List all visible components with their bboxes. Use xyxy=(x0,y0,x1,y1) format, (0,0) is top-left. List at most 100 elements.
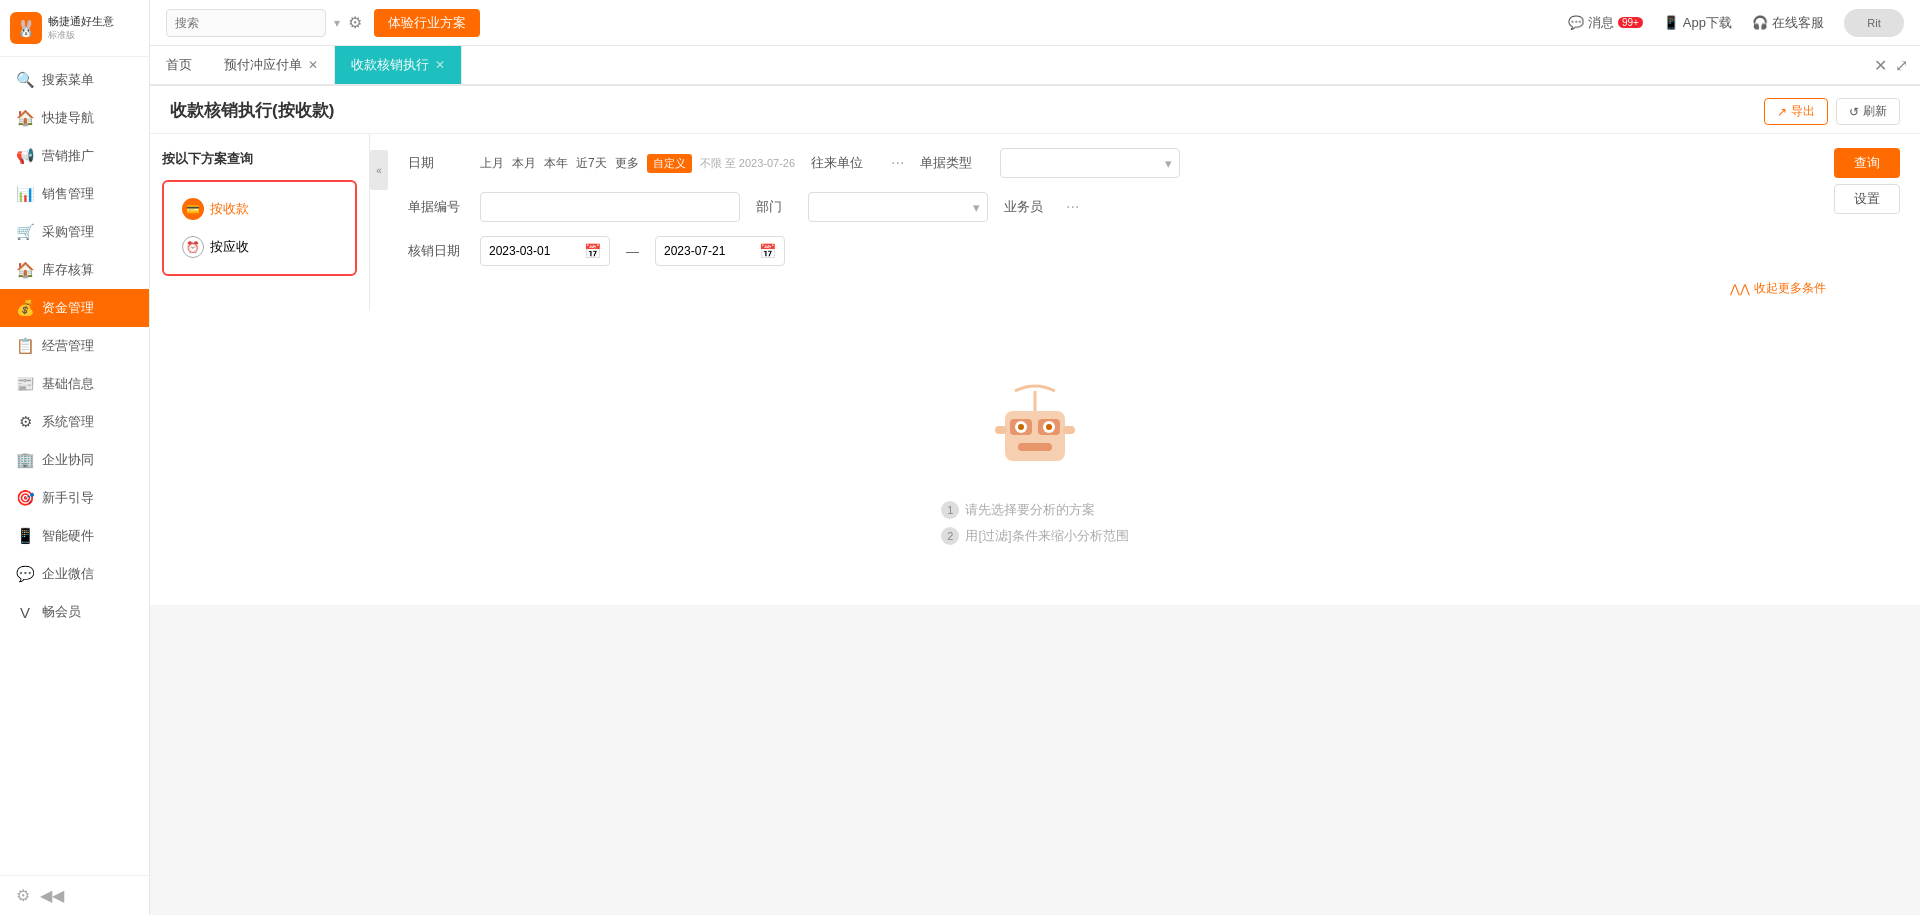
svg-rect-3 xyxy=(1018,443,1052,451)
query-button[interactable]: 查询 xyxy=(1834,148,1900,178)
refresh-icon: ↺ xyxy=(1849,105,1859,119)
salesperson-picker[interactable]: ··· xyxy=(1066,198,1079,216)
refresh-button[interactable]: ↺ 刷新 xyxy=(1836,98,1900,125)
shortcut-last-month[interactable]: 上月 xyxy=(480,155,504,172)
settings-button[interactable]: 设置 xyxy=(1834,184,1900,214)
sidebar-item-quick-nav[interactable]: 🏠 快捷导航 xyxy=(0,99,149,137)
quick-nav-icon: 🏠 xyxy=(16,109,34,127)
sidebar-item-guide[interactable]: 🎯 新手引导 xyxy=(0,479,149,517)
sidebar-item-enterprise[interactable]: 🏢 企业协同 xyxy=(0,441,149,479)
sidebar-item-funds[interactable]: 💰 资金管理 xyxy=(0,289,149,327)
svg-point-8 xyxy=(1018,424,1024,430)
verify-date-end[interactable]: 2023-07-21 📅 xyxy=(655,236,785,266)
top-header: ▾ ⚙ 体验行业方案 💬 消息 99+ 📱 App下载 🎧 在线客服 Rit xyxy=(150,0,1920,46)
tab-home[interactable]: 首页 xyxy=(150,46,208,84)
settings-footer-icon[interactable]: ⚙ xyxy=(16,886,30,905)
message-badge: 99+ xyxy=(1618,17,1643,28)
shortcut-this-year[interactable]: 本年 xyxy=(544,155,568,172)
tab-actions: ✕ ⤢ xyxy=(1862,46,1920,84)
tab-prepay-close[interactable]: ✕ xyxy=(308,58,318,72)
tab-expand-icon[interactable]: ⤢ xyxy=(1895,56,1908,75)
sidebar-item-basic-info[interactable]: 📰 基础信息 xyxy=(0,365,149,403)
tab-prepay-label: 预付冲应付单 xyxy=(224,56,302,74)
service-icon: 🎧 xyxy=(1752,15,1768,30)
sidebar-item-label: 销售管理 xyxy=(42,185,94,203)
verify-date-start[interactable]: 2023-03-01 📅 xyxy=(480,236,610,266)
sidebar-item-search-menu[interactable]: 🔍 搜索菜单 xyxy=(0,61,149,99)
hint-text-1: 请先选择要分析的方案 xyxy=(965,501,1095,519)
sidebar-item-label: 资金管理 xyxy=(42,299,94,317)
calendar-start-icon: 📅 xyxy=(584,243,601,259)
tab-prepay[interactable]: 预付冲应付单 ✕ xyxy=(208,46,335,84)
message-label: 消息 xyxy=(1588,14,1614,32)
receipt-icon: 💳 xyxy=(182,198,204,220)
calendar-end-icon: 📅 xyxy=(759,243,776,259)
sidebar-item-marketing[interactable]: 📢 营销推广 xyxy=(0,137,149,175)
sidebar-item-inventory[interactable]: 🏠 库存核算 xyxy=(0,251,149,289)
sidebar-item-hardware[interactable]: 📱 智能硬件 xyxy=(0,517,149,555)
tab-bar: 首页 预付冲应付单 ✕ 收款核销执行 ✕ ✕ ⤢ xyxy=(150,46,1920,86)
tab-close-all-icon[interactable]: ✕ xyxy=(1874,56,1887,75)
bill-type-label: 单据类型 xyxy=(920,154,984,172)
dept-select[interactable] xyxy=(808,192,988,222)
enterprise-icon: 🏢 xyxy=(16,451,34,469)
filter-options-box: 💳 按收款 ⏰ 按应收 xyxy=(162,180,357,276)
empty-hint-1: 1 请先选择要分析的方案 xyxy=(941,501,1128,519)
sidebar-item-label: 经营管理 xyxy=(42,337,94,355)
custom-date-badge[interactable]: 自定义 xyxy=(647,154,692,173)
collapse-filter-button[interactable]: « xyxy=(370,150,388,190)
shortcut-7days[interactable]: 近7天 xyxy=(576,155,607,172)
filter-left-panel: 按以下方案查询 💳 按收款 ⏰ 按应收 xyxy=(150,134,370,311)
sidebar-item-operations[interactable]: 📋 经营管理 xyxy=(0,327,149,365)
sidebar-item-member[interactable]: V 畅会员 xyxy=(0,593,149,631)
svg-rect-5 xyxy=(1063,426,1075,434)
svg-rect-4 xyxy=(995,426,1007,434)
online-service-button[interactable]: 🎧 在线客服 xyxy=(1752,14,1824,32)
header-gear-icon[interactable]: ⚙ xyxy=(348,13,362,32)
filter-by-receipt-label: 按收款 xyxy=(210,200,249,218)
counterparty-picker[interactable]: ··· xyxy=(891,154,904,172)
filter-row-1: 日期 上月 本月 本年 近7天 更多 自定义 不限 至 2023-07-26 往… xyxy=(408,148,1826,178)
messages-button[interactable]: 💬 消息 99+ xyxy=(1568,14,1643,32)
filter-by-receipt[interactable]: 💳 按收款 xyxy=(172,190,347,228)
empty-state: 1 请先选择要分析的方案 2 用[过滤]条件来缩小分析范围 xyxy=(150,311,1920,605)
sidebar-item-label: 库存核算 xyxy=(42,261,94,279)
verify-end-text: 2023-07-21 xyxy=(664,244,725,258)
collapse-more-button[interactable]: ⋀⋀ 收起更多条件 xyxy=(408,280,1826,297)
header-chevron-icon[interactable]: ▾ xyxy=(334,16,340,30)
sidebar-item-purchase[interactable]: 🛒 采购管理 xyxy=(0,213,149,251)
empty-text-area: 1 请先选择要分析的方案 2 用[过滤]条件来缩小分析范围 xyxy=(941,501,1128,545)
date-hint: 不限 至 2023-07-26 xyxy=(700,156,795,171)
tab-receipt-close[interactable]: ✕ xyxy=(435,58,445,72)
page-content: 收款核销执行(按收款) ↗ 导出 ↺ 刷新 按以下方案查询 💳 xyxy=(150,86,1920,915)
shortcut-this-month[interactable]: 本月 xyxy=(512,155,536,172)
bill-no-input[interactable] xyxy=(480,192,740,222)
collapse-sidebar-icon[interactable]: ◀◀ xyxy=(40,886,64,905)
query-btn-group: 查询 设置 xyxy=(1834,148,1900,214)
hint-num-1: 1 xyxy=(941,501,959,519)
sidebar-footer: ⚙ ◀◀ xyxy=(0,875,149,915)
app-download-button[interactable]: 📱 App下载 xyxy=(1663,14,1732,32)
sidebar-item-label: 快捷导航 xyxy=(42,109,94,127)
export-icon: ↗ xyxy=(1777,105,1787,119)
sidebar-item-system[interactable]: ⚙ 系统管理 xyxy=(0,403,149,441)
empty-illustration xyxy=(980,371,1090,481)
operations-icon: 📋 xyxy=(16,337,34,355)
solution-button[interactable]: 体验行业方案 xyxy=(374,9,480,37)
header-search-input[interactable] xyxy=(166,9,326,37)
export-button[interactable]: ↗ 导出 xyxy=(1764,98,1828,125)
svg-rect-0 xyxy=(1005,411,1065,461)
sidebar-item-sales[interactable]: 📊 销售管理 xyxy=(0,175,149,213)
sidebar-item-label: 新手引导 xyxy=(42,489,94,507)
filter-by-receivable[interactable]: ⏰ 按应收 xyxy=(172,228,347,266)
user-avatar[interactable]: Rit xyxy=(1844,9,1904,37)
basic-info-icon: 📰 xyxy=(16,375,34,393)
sidebar-item-label: 采购管理 xyxy=(42,223,94,241)
sidebar-item-wechat[interactable]: 💬 企业微信 xyxy=(0,555,149,593)
guide-icon: 🎯 xyxy=(16,489,34,507)
shortcut-more[interactable]: 更多 xyxy=(615,155,639,172)
date-label: 日期 xyxy=(408,154,464,172)
bill-type-select[interactable] xyxy=(1000,148,1180,178)
tab-receipt-verify[interactable]: 收款核销执行 ✕ xyxy=(335,46,462,84)
app-logo: 🐰 畅捷通好生意 标准版 xyxy=(0,0,149,57)
